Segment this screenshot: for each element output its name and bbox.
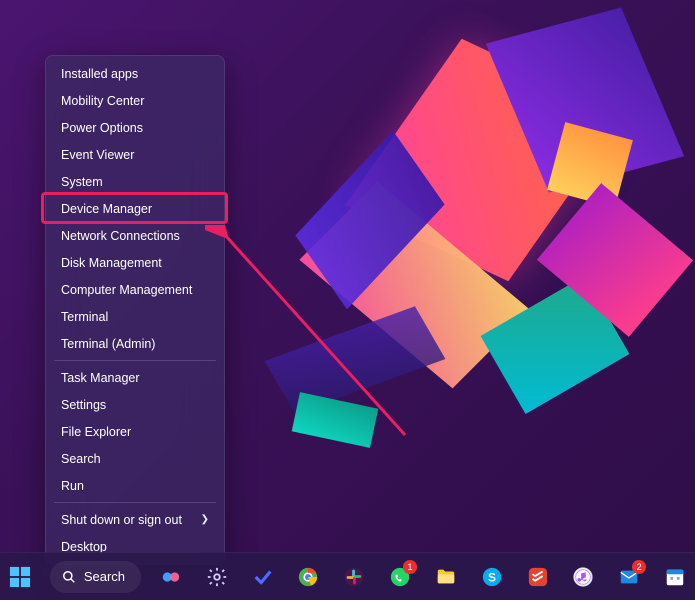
check-icon — [252, 566, 274, 588]
menu-disk-management[interactable]: Disk Management — [50, 249, 220, 276]
badge-count: 2 — [632, 560, 646, 574]
menu-settings[interactable]: Settings — [50, 391, 220, 418]
menu-installed-apps[interactable]: Installed apps — [50, 60, 220, 87]
menu-mobility-center[interactable]: Mobility Center — [50, 87, 220, 114]
taskbar-calendar[interactable] — [655, 557, 695, 597]
menu-file-explorer[interactable]: File Explorer — [50, 418, 220, 445]
taskbar-copilot[interactable] — [151, 557, 191, 597]
skype-icon: S — [481, 566, 503, 588]
taskbar-slack[interactable] — [334, 557, 374, 597]
taskbar-chrome[interactable] — [289, 557, 329, 597]
power-user-menu: Installed apps Mobility Center Power Opt… — [45, 55, 225, 565]
menu-device-manager[interactable]: Device Manager — [50, 195, 220, 222]
menu-separator — [54, 360, 216, 361]
taskbar-mail[interactable]: 2 — [609, 557, 649, 597]
chrome-icon — [297, 566, 319, 588]
search-icon — [62, 570, 76, 584]
taskbar-search[interactable]: Search — [50, 561, 141, 593]
todoist-icon — [527, 566, 549, 588]
taskbar-file-explorer[interactable] — [426, 557, 466, 597]
menu-terminal-admin[interactable]: Terminal (Admin) — [50, 330, 220, 357]
gear-icon — [206, 566, 228, 588]
badge-count: 1 — [403, 560, 417, 574]
menu-task-manager[interactable]: Task Manager — [50, 364, 220, 391]
taskbar-whatsapp[interactable]: 1 — [380, 557, 420, 597]
menu-run[interactable]: Run — [50, 472, 220, 499]
copilot-icon — [160, 566, 182, 588]
search-label: Search — [84, 569, 125, 584]
menu-terminal[interactable]: Terminal — [50, 303, 220, 330]
slack-icon — [343, 566, 365, 588]
taskbar-todoist[interactable] — [518, 557, 558, 597]
folder-icon — [435, 566, 457, 588]
chevron-right-icon: ❯ — [201, 514, 209, 525]
svg-text:S: S — [488, 570, 496, 584]
itunes-icon — [572, 566, 594, 588]
menu-separator — [54, 502, 216, 503]
taskbar-skype[interactable]: S — [472, 557, 512, 597]
taskbar-itunes[interactable] — [564, 557, 604, 597]
menu-shutdown[interactable]: Shut down or sign out ❯ — [50, 506, 220, 533]
menu-system[interactable]: System — [50, 168, 220, 195]
menu-network-connections[interactable]: Network Connections — [50, 222, 220, 249]
calendar-icon — [664, 566, 686, 588]
windows-logo-icon — [9, 566, 31, 588]
menu-power-options[interactable]: Power Options — [50, 114, 220, 141]
taskbar: Search 1 S 2 — [0, 552, 695, 600]
menu-event-viewer[interactable]: Event Viewer — [50, 141, 220, 168]
menu-computer-management[interactable]: Computer Management — [50, 276, 220, 303]
taskbar-settings[interactable] — [197, 557, 237, 597]
menu-search[interactable]: Search — [50, 445, 220, 472]
taskbar-todo[interactable] — [243, 557, 283, 597]
start-button[interactable] — [0, 557, 40, 597]
